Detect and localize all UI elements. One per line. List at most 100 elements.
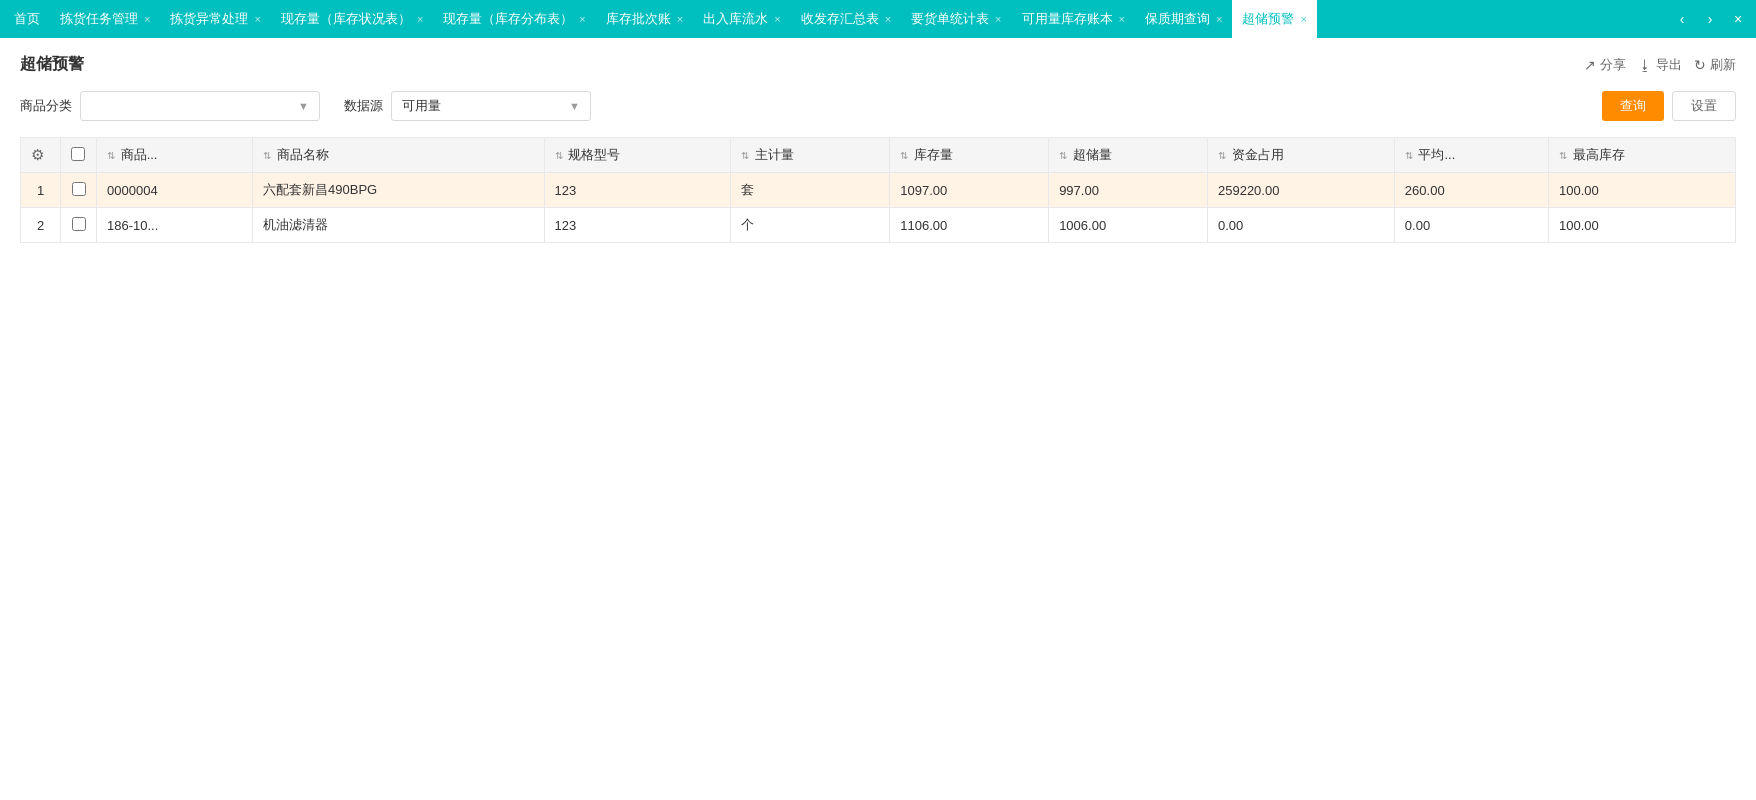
th-checkbox[interactable] [61, 138, 97, 173]
cell-code: 0000004 [97, 173, 253, 208]
th-code[interactable]: ⇅ 商品... [97, 138, 253, 173]
row-checkbox-cell[interactable] [61, 208, 97, 243]
cell-overstock: 997.00 [1049, 173, 1208, 208]
nav-item-batch[interactable]: 库存批次账 × [596, 0, 693, 38]
row-num: 1 [21, 173, 61, 208]
share-icon: ↗ [1584, 57, 1596, 73]
export-button[interactable]: ⭳ 导出 [1638, 56, 1682, 74]
nav-item-overstock[interactable]: 超储预警 × [1232, 0, 1316, 38]
category-filter-group: 商品分类 ▼ [20, 91, 320, 121]
th-spec[interactable]: ⇅ 规格型号 [544, 138, 731, 173]
refresh-button[interactable]: ↻ 刷新 [1694, 56, 1736, 74]
close-icon[interactable]: × [254, 13, 260, 25]
nav-item-home[interactable]: 首页 [4, 0, 50, 38]
cell-stock: 1106.00 [890, 208, 1049, 243]
datasource-value: 可用量 [402, 97, 441, 115]
settings-button[interactable]: 设置 [1672, 91, 1736, 121]
close-icon[interactable]: × [677, 13, 683, 25]
close-icon[interactable]: × [1300, 13, 1306, 25]
sort-icon: ⇅ [900, 150, 908, 161]
cell-name: 机油滤清器 [253, 208, 545, 243]
refresh-icon: ↻ [1694, 57, 1706, 73]
close-icon[interactable]: × [995, 13, 1001, 25]
nav-item-stock-dist[interactable]: 现存量（库存分布表） × [433, 0, 595, 38]
data-table: ⚙ ⇅ 商品... ⇅ 商品名称 ⇅ 规格型号 ⇅ [20, 137, 1736, 243]
cell-max-stock: 100.00 [1549, 208, 1736, 243]
nav-close-all-button[interactable]: × [1724, 0, 1752, 38]
row-checkbox-cell[interactable] [61, 173, 97, 208]
chevron-down-icon: ▼ [298, 100, 309, 112]
nav-bar: 首页 拣货任务管理 × 拣货异常处理 × 现存量（库存状况表） × 现存量（库存… [0, 0, 1756, 38]
cell-avg: 260.00 [1394, 173, 1548, 208]
header-actions: ↗ 分享 ⭳ 导出 ↻ 刷新 [1584, 56, 1736, 74]
sort-icon: ⇅ [1559, 150, 1567, 161]
row-checkbox[interactable] [72, 217, 86, 231]
close-icon[interactable]: × [144, 13, 150, 25]
cell-unit: 套 [731, 173, 890, 208]
cell-capital: 0.00 [1207, 208, 1394, 243]
cell-unit: 个 [731, 208, 890, 243]
th-overstock[interactable]: ⇅ 超储量 [1049, 138, 1208, 173]
cell-avg: 0.00 [1394, 208, 1548, 243]
nav-item-stock-status[interactable]: 现存量（库存状况表） × [271, 0, 433, 38]
category-select[interactable]: ▼ [80, 91, 320, 121]
sort-icon: ⇅ [1218, 150, 1226, 161]
nav-arrows: ‹ › × [1668, 0, 1752, 38]
th-unit[interactable]: ⇅ 主计量 [731, 138, 890, 173]
select-all-checkbox[interactable] [71, 147, 85, 161]
chevron-down-icon: ▼ [569, 100, 580, 112]
th-capital[interactable]: ⇅ 资金占用 [1207, 138, 1394, 173]
nav-item-pick-exception[interactable]: 拣货异常处理 × [160, 0, 270, 38]
page-header: 超储预警 ↗ 分享 ⭳ 导出 ↻ 刷新 [20, 54, 1736, 75]
cell-overstock: 1006.00 [1049, 208, 1208, 243]
table-header-row: ⚙ ⇅ 商品... ⇅ 商品名称 ⇅ 规格型号 ⇅ [21, 138, 1736, 173]
cell-spec: 123 [544, 208, 731, 243]
nav-item-summary[interactable]: 收发存汇总表 × [791, 0, 901, 38]
close-icon[interactable]: × [579, 13, 585, 25]
settings-icon[interactable]: ⚙ [31, 146, 44, 163]
close-icon[interactable]: × [417, 13, 423, 25]
category-label: 商品分类 [20, 97, 72, 115]
cell-name: 六配套新昌490BPG [253, 173, 545, 208]
nav-prev-button[interactable]: ‹ [1668, 0, 1696, 38]
sort-icon: ⇅ [107, 150, 115, 161]
nav-item-available[interactable]: 可用量库存账本 × [1012, 0, 1135, 38]
th-avg[interactable]: ⇅ 平均... [1394, 138, 1548, 173]
th-name[interactable]: ⇅ 商品名称 [253, 138, 545, 173]
sort-icon: ⇅ [555, 150, 563, 161]
cell-capital: 259220.00 [1207, 173, 1394, 208]
filter-area: 商品分类 ▼ 数据源 可用量 ▼ 查询 设置 [20, 91, 1736, 121]
nav-item-order-stat[interactable]: 要货单统计表 × [901, 0, 1011, 38]
sort-icon: ⇅ [741, 150, 749, 161]
close-icon[interactable]: × [1119, 13, 1125, 25]
close-icon[interactable]: × [1216, 13, 1222, 25]
table-row: 2 186-10... 机油滤清器 123 个 1106.00 1006.00 … [21, 208, 1736, 243]
export-icon: ⭳ [1638, 57, 1652, 73]
row-checkbox[interactable] [72, 182, 86, 196]
nav-next-button[interactable]: › [1696, 0, 1724, 38]
th-max-stock[interactable]: ⇅ 最高库存 [1549, 138, 1736, 173]
datasource-filter-group: 数据源 可用量 ▼ [344, 91, 591, 121]
nav-item-quality[interactable]: 保质期查询 × [1135, 0, 1232, 38]
page-content: 超储预警 ↗ 分享 ⭳ 导出 ↻ 刷新 商品分类 ▼ 数据源 [0, 38, 1756, 259]
share-button[interactable]: ↗ 分享 [1584, 56, 1626, 74]
query-button[interactable]: 查询 [1602, 91, 1664, 121]
cell-spec: 123 [544, 173, 731, 208]
nav-item-pick-task[interactable]: 拣货任务管理 × [50, 0, 160, 38]
close-icon[interactable]: × [885, 13, 891, 25]
filter-buttons: 查询 设置 [1602, 91, 1736, 121]
datasource-label: 数据源 [344, 97, 383, 115]
cell-max-stock: 100.00 [1549, 173, 1736, 208]
th-stock[interactable]: ⇅ 库存量 [890, 138, 1049, 173]
sort-icon: ⇅ [263, 150, 271, 161]
datasource-select[interactable]: 可用量 ▼ [391, 91, 591, 121]
page-title: 超储预警 [20, 54, 84, 75]
row-num: 2 [21, 208, 61, 243]
cell-code: 186-10... [97, 208, 253, 243]
sort-icon: ⇅ [1405, 150, 1413, 161]
sort-icon: ⇅ [1059, 150, 1067, 161]
nav-item-inout[interactable]: 出入库流水 × [693, 0, 790, 38]
table-row: 1 0000004 六配套新昌490BPG 123 套 1097.00 997.… [21, 173, 1736, 208]
th-settings[interactable]: ⚙ [21, 138, 61, 173]
close-icon[interactable]: × [774, 13, 780, 25]
